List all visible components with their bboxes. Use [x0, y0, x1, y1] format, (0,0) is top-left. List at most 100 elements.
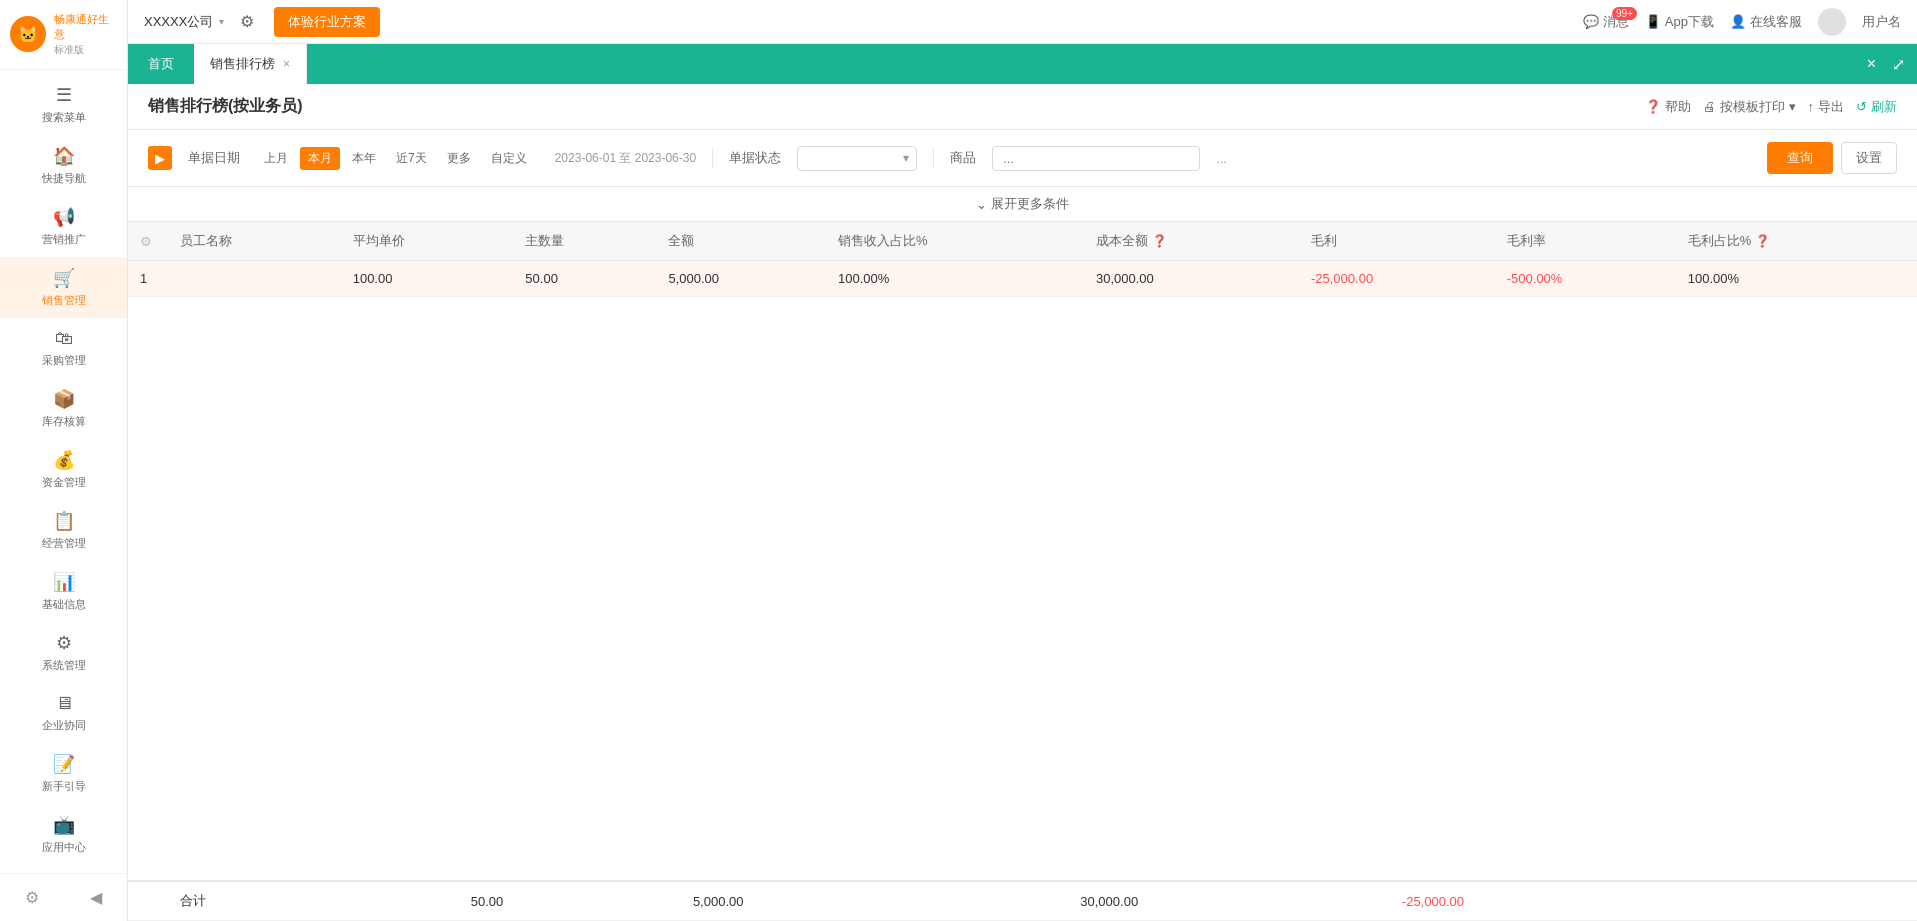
gross-pct-help-icon[interactable]: ❓ [1755, 234, 1770, 248]
table-header-row: ⚙ 员工名称 平均单价 主数量 全额 销售收入占比% 成本全额 ❓ 毛利 毛利率 [128, 222, 1917, 261]
avatar[interactable] [1818, 8, 1846, 36]
print-chevron-icon: ▾ [1789, 99, 1796, 114]
sidebar-label-sales: 销售管理 [42, 293, 86, 308]
export-label: 导出 [1818, 98, 1844, 116]
tab-sales-rank-label: 销售排行榜 [210, 55, 275, 73]
filter-area: ▶ 单据日期 上月 本月 本年 近7天 更多 自定义 2023-06-01 至 … [128, 130, 1917, 187]
date-tab-more[interactable]: 更多 [439, 147, 479, 170]
goods-input-wrapper [992, 146, 1200, 171]
sidebar-item-finance[interactable]: 💰 资金管理 [0, 439, 127, 500]
th-employee-name: 员工名称 [168, 222, 341, 261]
goods-label: 商品 [950, 149, 976, 167]
refresh-label: 刷新 [1871, 98, 1897, 116]
filter-expand-arrow[interactable]: ▶ [148, 146, 172, 170]
tab-maximize-btn[interactable]: ⤢ [1888, 51, 1909, 78]
status-select[interactable] [797, 146, 917, 171]
footer-main-qty: 50.00 [459, 882, 681, 921]
sales-rank-table: ⚙ 员工名称 平均单价 主数量 全额 销售收入占比% 成本全额 ❓ 毛利 毛利率 [128, 222, 1917, 297]
logo-text: 畅康通好生意 [54, 12, 117, 43]
management-icon: 📋 [53, 510, 75, 532]
template-print-label: 按模板打印 [1720, 98, 1785, 116]
filter-divider-2 [933, 148, 934, 168]
cost-help-icon[interactable]: ❓ [1152, 234, 1167, 248]
sidebar: 🐱 畅康通好生意 标准版 ☰ 搜索菜单 🏠 快捷导航 📢 营销推广 🛒 销售管理… [0, 0, 128, 921]
filter-row: ▶ 单据日期 上月 本月 本年 近7天 更多 自定义 2023-06-01 至 … [148, 142, 1897, 174]
sidebar-label-apps: 应用中心 [42, 840, 86, 855]
th-cost-total: 成本全额 ❓ [1084, 222, 1299, 261]
help-btn[interactable]: ❓ 帮助 [1645, 98, 1691, 116]
settings-footer-btn[interactable]: ⚙ [17, 884, 47, 911]
tab-home[interactable]: 首页 [128, 44, 194, 84]
th-gross: 毛利 [1299, 222, 1495, 261]
footer-row: 合计 50.00 5,000.00 30,000.00 -25,000.00 [128, 882, 1917, 921]
app-download-btn[interactable]: 📱 App下载 [1645, 13, 1714, 31]
filter-divider-1 [712, 148, 713, 168]
expand-conditions-btn[interactable]: ⌄ 展开更多条件 [976, 195, 1069, 213]
more-filter-link[interactable]: ... [1216, 151, 1227, 166]
help-icon: ❓ [1645, 99, 1661, 114]
expand-conditions-row: ⌄ 展开更多条件 [128, 187, 1917, 222]
inventory-icon: 📦 [53, 388, 75, 410]
sidebar-label-search: 搜索菜单 [42, 110, 86, 125]
footer-gross: -25,000.00 [1390, 882, 1729, 921]
sidebar-item-search[interactable]: ☰ 搜索菜单 [0, 74, 127, 135]
export-btn[interactable]: ↑ 导出 [1808, 98, 1845, 116]
apps-icon: 📺 [53, 814, 75, 836]
service-label: 在线客服 [1750, 13, 1802, 31]
sidebar-item-basic[interactable]: 📊 基础信息 [0, 561, 127, 622]
header-right: 💬 消息 99+ 📱 App下载 👤 在线客服 用户名 [1583, 8, 1901, 36]
template-print-btn[interactable]: 🖨 按模板打印 ▾ [1703, 98, 1796, 116]
sidebar-item-apps[interactable]: 📺 应用中心 [0, 804, 127, 865]
page-actions: ❓ 帮助 🖨 按模板打印 ▾ ↑ 导出 ↺ 刷新 [1645, 98, 1898, 116]
sidebar-item-system[interactable]: ⚙ 系统管理 [0, 622, 127, 683]
page-content: 销售排行榜(按业务员) ❓ 帮助 🖨 按模板打印 ▾ ↑ 导出 ↺ 刷新 [128, 84, 1917, 921]
footer-empty-5 [1823, 882, 1917, 921]
sidebar-item-sales[interactable]: 🛒 销售管理 [0, 257, 127, 318]
date-tab-this-month[interactable]: 本月 [300, 147, 340, 170]
date-tab-this-year[interactable]: 本年 [344, 147, 384, 170]
sidebar-item-collab[interactable]: 🖥 企业协同 [0, 683, 127, 743]
sidebar-item-purchase[interactable]: 🛍 采购管理 [0, 318, 127, 378]
sidebar-label-quick: 快捷导航 [42, 171, 86, 186]
date-tab-7days[interactable]: 近7天 [388, 147, 435, 170]
goods-input[interactable] [992, 146, 1200, 171]
sidebar-item-management[interactable]: 📋 经营管理 [0, 500, 127, 561]
online-service-btn[interactable]: 👤 在线客服 [1730, 13, 1802, 31]
cell-cost-total: 30,000.00 [1084, 261, 1299, 297]
footer-empty-2 [364, 882, 458, 921]
basic-icon: 📊 [53, 571, 75, 593]
date-tab-custom[interactable]: 自定义 [483, 147, 535, 170]
trial-button[interactable]: 体验行业方案 [274, 7, 380, 37]
tab-close-all-btn[interactable]: × [1863, 51, 1880, 77]
home-icon: 🏠 [53, 145, 75, 167]
sidebar-item-guide[interactable]: 📝 新手引导 [0, 743, 127, 804]
expand-label: 展开更多条件 [991, 195, 1069, 213]
username-label[interactable]: 用户名 [1862, 13, 1901, 31]
date-tab-last-month[interactable]: 上月 [256, 147, 296, 170]
sidebar-label-purchase: 采购管理 [42, 353, 86, 368]
setting-button[interactable]: 设置 [1841, 142, 1897, 174]
query-button[interactable]: 查询 [1767, 142, 1833, 174]
th-gross-rate: 毛利率 [1495, 222, 1676, 261]
collapse-sidebar-btn[interactable]: ◀ [82, 884, 110, 911]
header-gear-icon[interactable]: ⚙ [240, 12, 254, 31]
company-selector[interactable]: XXXXX公司 ▾ [144, 13, 224, 31]
sidebar-item-quick[interactable]: 🏠 快捷导航 [0, 135, 127, 196]
tab-close-icon[interactable]: × [283, 57, 290, 71]
sidebar-item-marketing[interactable]: 📢 营销推广 [0, 196, 127, 257]
th-settings: ⚙ [128, 222, 168, 261]
th-settings-icon[interactable]: ⚙ [140, 234, 152, 249]
th-total: 全额 [656, 222, 826, 261]
sidebar-item-inventory[interactable]: 📦 库存核算 [0, 378, 127, 439]
tab-sales-rank[interactable]: 销售排行榜 × [194, 44, 307, 84]
footer-empty-4 [1728, 882, 1822, 921]
tab-home-label: 首页 [148, 55, 174, 73]
page-title: 销售排行榜(按业务员) [148, 96, 303, 117]
message-btn[interactable]: 💬 消息 99+ [1583, 13, 1629, 31]
sidebar-item-wechat[interactable]: 💬 企业微信 [0, 865, 127, 873]
refresh-btn[interactable]: ↺ 刷新 [1856, 98, 1897, 116]
company-chevron-icon: ▾ [219, 16, 224, 27]
date-tabs: 上月 本月 本年 近7天 更多 自定义 [256, 147, 535, 170]
date-range-display: 2023-06-01 至 2023-06-30 [555, 151, 696, 165]
logo-subtitle: 标准版 [54, 43, 117, 57]
